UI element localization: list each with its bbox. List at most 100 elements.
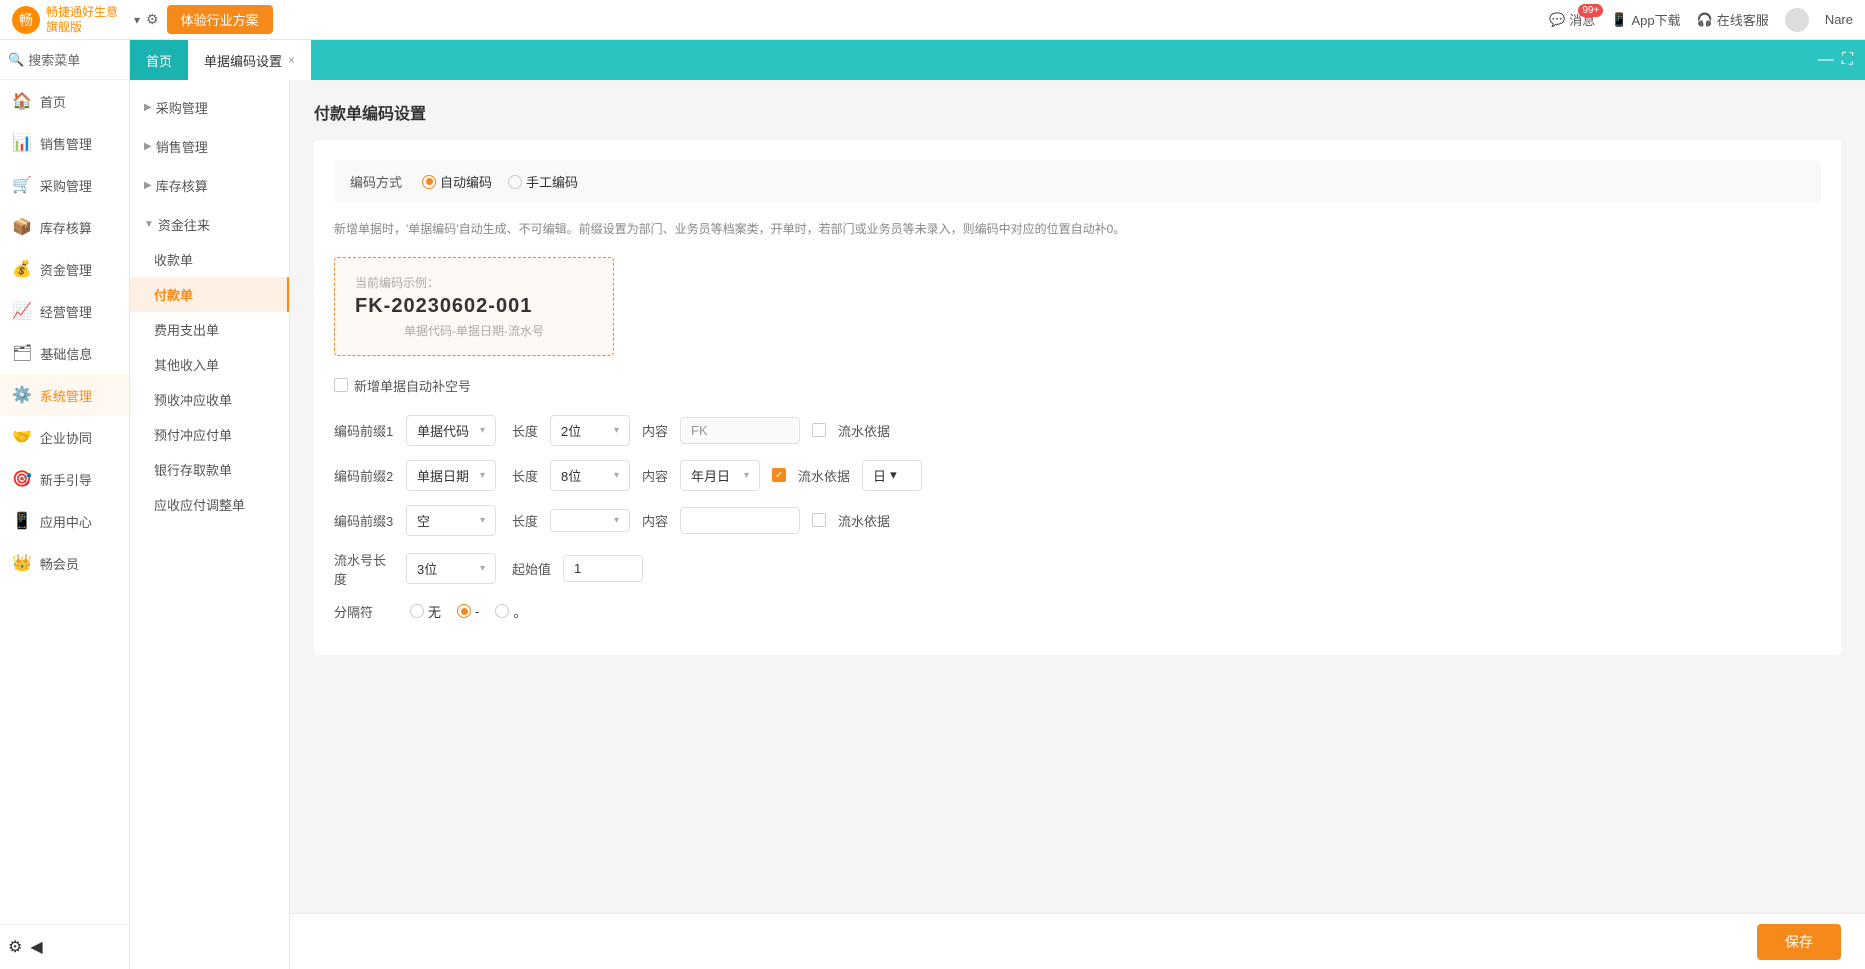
search-icon: 🔍 [8,52,24,68]
tab-minimize-icon[interactable]: — [1818,51,1834,69]
sec-item-pre-receivable[interactable]: 预收冲应收单 [130,382,289,417]
auto-encode-circle [422,175,436,189]
sep-dash-radio[interactable]: - [457,604,479,619]
member-icon: 👑 [12,553,32,573]
sidebar-item-inventory[interactable]: 📦 库存核算 [0,206,129,248]
main-body: ▶ 采购管理 ▶ 销售管理 ▶ 库存核算 [130,80,1865,969]
stream3-label: 流水依据 [838,511,890,530]
settings-icon[interactable]: ⚙ [146,11,159,28]
sidebar-collapse-icon[interactable]: ◀ [30,937,42,957]
auto-encode-radio[interactable]: 自动编码 [422,172,492,191]
sidebar-item-sales[interactable]: 📊 销售管理 [0,122,129,164]
experience-btn[interactable]: 体验行业方案 [167,5,273,34]
tab-maximize-icon[interactable]: ⛶ [1842,51,1853,69]
example-code: FK-20230602-001 [355,295,593,318]
tab-home[interactable]: 首页 [130,40,188,80]
topbar: 畅 畅捷通好生意 旗舰版 ▾ ⚙ 体验行业方案 💬 消息 99+ 📱 App下载… [0,0,1865,40]
encode-method-row: 编码方式 自动编码 手工编码 [334,160,1821,203]
manual-encode-radio[interactable]: 手工编码 [508,172,578,191]
sec-item-pre-payable[interactable]: 预付冲应付单 [130,417,289,452]
sec-group-sales: ▶ 销售管理 [130,129,289,164]
settings-card: 编码方式 自动编码 手工编码 [314,140,1841,655]
content3-label: 内容 [642,511,668,530]
sec-item-other-income[interactable]: 其他收入单 [130,347,289,382]
sidebar-item-purchase[interactable]: 🛒 采购管理 [0,164,129,206]
length2-label: 长度 [512,466,538,485]
sec-item-adjustment[interactable]: 应收应付调整单 [130,487,289,522]
length3-select[interactable]: ▾ [550,509,630,532]
length2-select[interactable]: 8位 ▾ [550,460,630,491]
sidebar-item-appcenter[interactable]: 📱 应用中心 [0,500,129,542]
content3-input[interactable] [680,507,800,534]
appcenter-icon: 📱 [12,511,32,531]
basic-icon: 🗂 [12,343,32,363]
chevron-down-icon[interactable]: ▾ [134,13,140,27]
sec-item-expense[interactable]: 费用支出单 [130,312,289,347]
length1-select[interactable]: 2位 ▾ [550,415,630,446]
encode-method-radio-group: 自动编码 手工编码 [422,172,578,191]
sec-item-receipt[interactable]: 收款单 [130,242,289,277]
page-content: 付款单编码设置 编码方式 自动编码 [290,80,1865,913]
separator-label: 分隔符 [334,602,394,621]
sep-none-radio[interactable]: 无 [410,602,441,621]
system-icon: ⚙️ [12,385,32,405]
chevron-down-icon-sl: ▾ [480,563,485,574]
stream2-checkbox[interactable]: ✓ [772,468,786,482]
message-badge: 99+ [1578,4,1603,17]
sec-group-capital-title[interactable]: ▼ 资金往来 [130,207,289,242]
content2-select[interactable]: 年月日 ▾ [680,460,760,491]
sidebar-item-newguide[interactable]: 🎯 新手引导 [0,458,129,500]
sidebar-item-enterprise[interactable]: 🤝 企业协同 [0,416,129,458]
finance-icon: 💰 [12,259,32,279]
stream1-checkbox[interactable] [812,423,826,437]
content1-input[interactable] [680,417,800,444]
chevron-down-icon-p2: ▾ [480,470,485,481]
start-value-label: 起始值 [512,559,551,578]
sidebar-item-system[interactable]: ⚙️ 系统管理 [0,374,129,416]
customer-service-btn[interactable]: 🎧 在线客服 [1697,10,1769,29]
stream1-label: 流水依据 [838,421,890,440]
tab-encode-settings[interactable]: 单据编码设置 × [188,40,311,80]
save-button[interactable]: 保存 [1757,924,1841,960]
sec-group-sales-title[interactable]: ▶ 销售管理 [130,129,289,164]
prefix1-select[interactable]: 单据代码 ▾ [406,415,496,446]
start-value-input[interactable] [563,555,643,582]
avatar[interactable] [1785,8,1809,32]
sep-dot-radio[interactable]: 。 [495,602,526,621]
sidebar-item-basic[interactable]: 🗂 基础信息 [0,332,129,374]
sidebar-item-operations[interactable]: 📈 经营管理 [0,290,129,332]
sec-item-bank-deposit[interactable]: 银行存取款单 [130,452,289,487]
serial-length-label: 流水号长度 [334,550,394,588]
prefix3-row: 编码前缀3 空 ▾ 长度 ▾ 内容 [334,505,1821,536]
sec-item-payment[interactable]: 付款单 [130,277,289,312]
stream2-unit-select[interactable]: 日 ▾ [862,460,922,491]
message-btn[interactable]: 💬 消息 99+ [1549,10,1595,29]
sidebar-item-finance[interactable]: 💰 资金管理 [0,248,129,290]
serial-length-select[interactable]: 3位 ▾ [406,553,496,584]
app-download-btn[interactable]: 📱 App下载 [1611,10,1680,29]
arrow-right-icon2: ▶ [144,141,152,152]
sidebar-item-home[interactable]: 🏠 首页 [0,80,129,122]
sec-group-inventory: ▶ 库存核算 [130,168,289,203]
search-menu[interactable]: 🔍 搜索菜单 [0,40,129,80]
phone-icon: 📱 [1611,12,1627,28]
chevron-down-icon-l1: ▾ [614,425,619,436]
prefix2-row: 编码前缀2 单据日期 ▾ 长度 8位 ▾ 内容 [334,460,1821,491]
tab-close-icon[interactable]: × [288,53,295,67]
sec-group-purchase: ▶ 采购管理 [130,90,289,125]
app-logo: 畅 畅捷通好生意 旗舰版 [12,5,118,34]
tabbar: 首页 单据编码设置 × — ⛶ [130,40,1865,80]
sidebar-item-member[interactable]: 👑 畅会员 [0,542,129,584]
left-sidebar: 🔍 搜索菜单 🏠 首页 📊 销售管理 🛒 采购管理 📦 库存核算 💰 资金管理 … [0,40,130,969]
length3-label: 长度 [512,511,538,530]
sec-group-inventory-title[interactable]: ▶ 库存核算 [130,168,289,203]
sidebar-settings-icon[interactable]: ⚙ [8,937,22,957]
sec-group-capital: ▼ 资金往来 收款单 付款单 费用支出单 其他收入单 预收冲应收单 预付冲应付单… [130,207,289,522]
content-wrapper: 首页 单据编码设置 × — ⛶ ▶ 采购管理 [130,40,1865,969]
prefix3-select[interactable]: 空 ▾ [406,505,496,536]
sec-group-purchase-title[interactable]: ▶ 采购管理 [130,90,289,125]
auto-fill-checkbox[interactable] [334,378,348,392]
prefix2-select[interactable]: 单据日期 ▾ [406,460,496,491]
chevron-down-icon-s2: ▾ [890,467,897,483]
stream3-checkbox[interactable] [812,513,826,527]
